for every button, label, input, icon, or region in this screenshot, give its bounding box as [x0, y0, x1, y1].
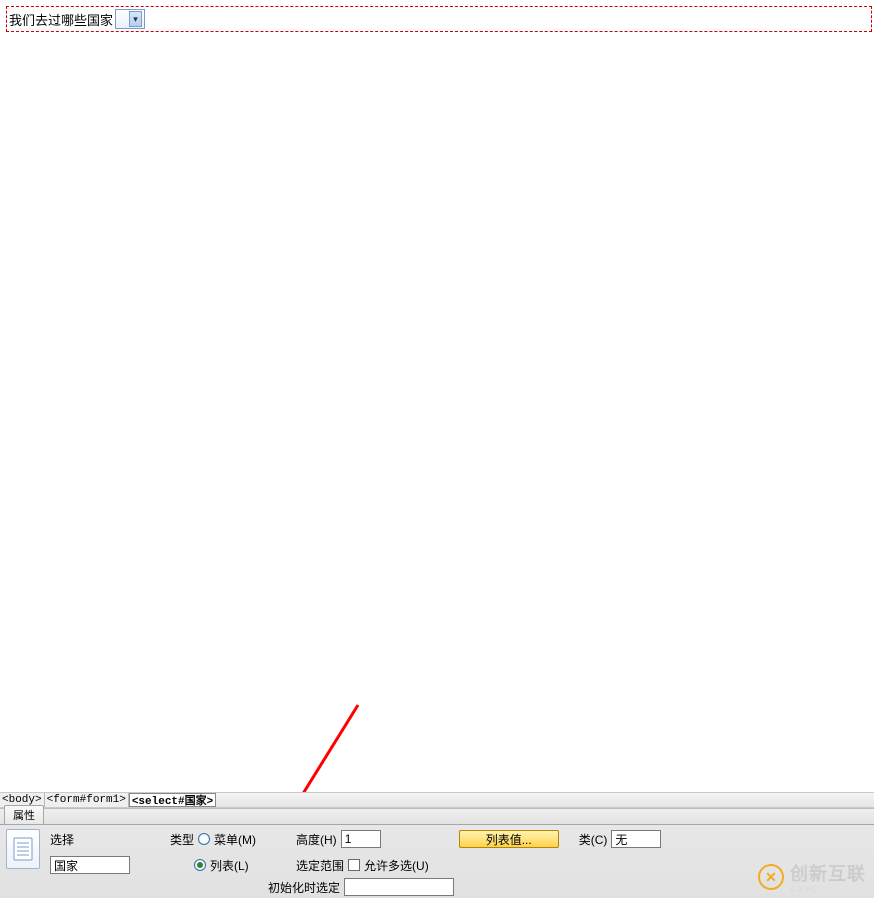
radio-list[interactable]: [194, 859, 206, 871]
class-label: 类(C): [579, 831, 608, 848]
tag-chip-form[interactable]: <form#form1>: [45, 793, 129, 807]
properties-tab-row: 属性: [0, 809, 874, 825]
col-height-range: 高度(H) 选定范围 允许多选(U): [296, 829, 429, 875]
tab-properties[interactable]: 属性: [4, 805, 44, 824]
radio-menu-label: 菜单(M): [214, 831, 256, 848]
section-title: 选择: [50, 831, 74, 848]
watermark-sub: CXHL: [790, 886, 866, 894]
list-values-button[interactable]: 列表值...: [459, 830, 559, 848]
multi-select-label: 允许多选(U): [364, 857, 429, 874]
col-type: 类型 菜单(M) 列表(L): [170, 829, 256, 875]
range-label: 选定范围: [296, 857, 344, 874]
chevron-down-icon: ▾: [129, 11, 142, 27]
form-prompt-text: 我们去过哪些国家: [9, 10, 115, 29]
init-select-label: 初始化时选定: [268, 879, 340, 896]
tag-selector-bar[interactable]: <body> <form#form1> <select#国家>: [0, 792, 874, 808]
height-input[interactable]: [341, 830, 381, 848]
element-name-input[interactable]: [50, 856, 130, 874]
multi-select-checkbox[interactable]: [348, 859, 360, 871]
col-name: 选择: [50, 829, 130, 875]
radio-menu[interactable]: [198, 833, 210, 845]
form-dashed-outline[interactable]: 我们去过哪些国家 ▾: [6, 6, 872, 32]
properties-panel: 属性 选择 类型 菜单(M) 列表(L): [0, 808, 874, 898]
select-inspector-icon: [6, 829, 40, 869]
class-input[interactable]: [611, 830, 661, 848]
properties-body: 选择 类型 菜单(M) 列表(L) 高度(H): [0, 825, 874, 879]
design-canvas: 我们去过哪些国家 ▾: [0, 0, 874, 790]
radio-list-label: 列表(L): [210, 857, 249, 874]
country-select[interactable]: ▾: [115, 9, 145, 29]
tag-chip-select[interactable]: <select#国家>: [129, 793, 216, 807]
col-class: 类(C): [579, 829, 662, 849]
init-select-row: 初始化时选定: [268, 878, 454, 896]
type-label: 类型: [170, 831, 194, 848]
init-select-input[interactable]: [344, 878, 454, 896]
height-label: 高度(H): [296, 831, 337, 848]
col-list-values: 列表值...: [459, 829, 559, 849]
